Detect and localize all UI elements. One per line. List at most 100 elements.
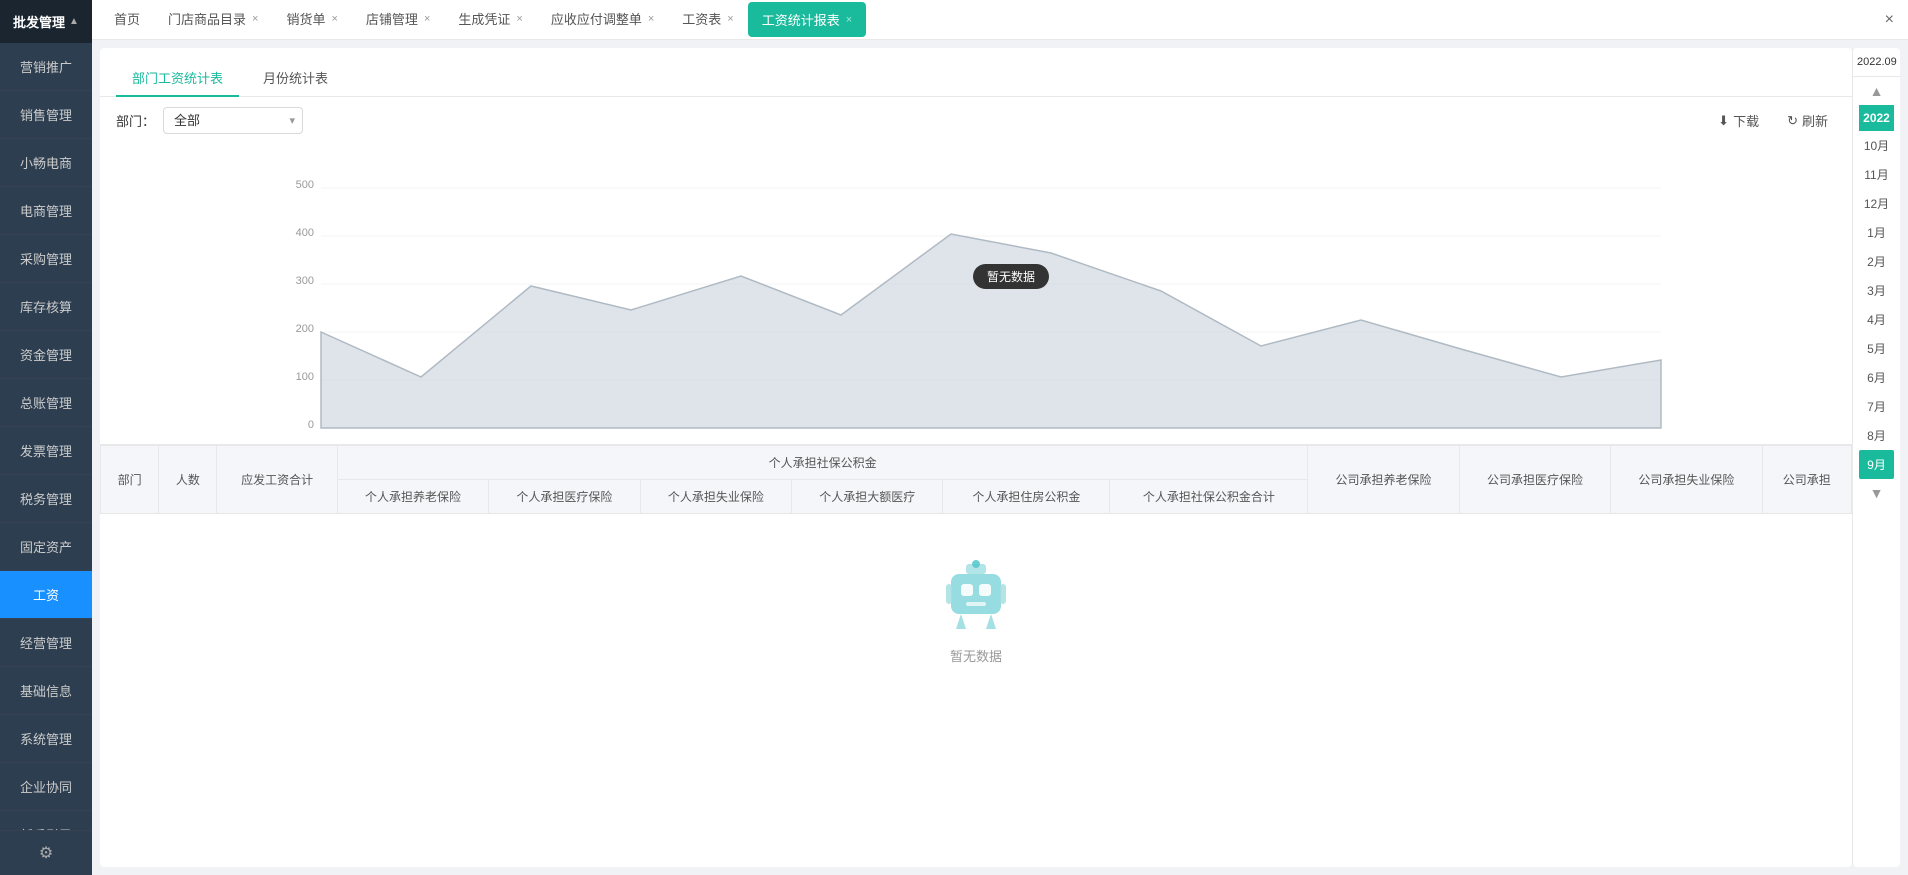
col-company-unemployment: 公司承担失业保险 bbox=[1611, 446, 1762, 514]
tab-close-shop-mgmt[interactable]: × bbox=[424, 13, 430, 25]
refresh-button[interactable]: ↻ 刷新 bbox=[1779, 107, 1836, 134]
sidebar-item-finance[interactable]: 资金管理 bbox=[0, 331, 92, 379]
tab-label-home: 首页 bbox=[114, 9, 140, 28]
sub-tab-dept-stats[interactable]: 部门工资统计表 bbox=[116, 60, 239, 97]
sidebar-item-tax[interactable]: 税务管理 bbox=[0, 475, 92, 523]
sidebar-item-general-ledger[interactable]: 总账管理 bbox=[0, 379, 92, 427]
date-nav-month-12月[interactable]: 12月 bbox=[1859, 189, 1894, 218]
svg-text:200: 200 bbox=[296, 323, 314, 335]
date-nav-month-7月[interactable]: 7月 bbox=[1859, 392, 1894, 421]
tab-label-shop-catalog: 门店商品目录 bbox=[168, 9, 246, 28]
dept-label: 部门： bbox=[116, 111, 155, 130]
settings-icon[interactable]: ⚙ bbox=[39, 845, 53, 862]
svg-text:0: 0 bbox=[308, 419, 314, 431]
tab-home[interactable]: 首页 bbox=[100, 1, 154, 38]
sidebar-item-system[interactable]: 系统管理 bbox=[0, 715, 92, 763]
date-nav-year-2022[interactable]: 2022 bbox=[1859, 105, 1894, 131]
svg-text:300: 300 bbox=[296, 275, 314, 287]
col-personal-insurance-group: 个人承担社保公积金 bbox=[337, 446, 1308, 480]
chart-area-path bbox=[321, 234, 1661, 428]
sidebar-item-payroll[interactable]: 工资 bbox=[0, 571, 92, 619]
sidebar-item-enterprise[interactable]: 企业协同 bbox=[0, 763, 92, 811]
sidebar-item-invoice[interactable]: 发票管理 bbox=[0, 427, 92, 475]
col-company-medical: 公司承担医疗保险 bbox=[1459, 446, 1610, 514]
col-personal-major-medical: 个人承担大额医疗 bbox=[792, 480, 943, 514]
sidebar-item-ecommerce[interactable]: 电商管理 bbox=[0, 187, 92, 235]
sidebar-item-purchase[interactable]: 采购管理 bbox=[0, 235, 92, 283]
tab-close-sales-order[interactable]: × bbox=[331, 13, 337, 25]
dept-select[interactable]: 全部 bbox=[163, 107, 303, 134]
sub-tab-monthly-stats[interactable]: 月份统计表 bbox=[247, 60, 344, 97]
close-all-tabs-button[interactable]: × bbox=[1879, 9, 1900, 31]
table-area[interactable]: 部门 人数 应发工资合计 个人承担社保公积金 公司承担养老保险 公司承担医疗保险… bbox=[100, 444, 1852, 867]
sidebar: 批发管理 ▲ 营销推广销售管理小畅电商电商管理采购管理库存核算资金管理总账管理发… bbox=[0, 0, 92, 875]
tab-label-production-voucher: 生成凭证 bbox=[458, 9, 510, 28]
download-button[interactable]: ⬇ 下载 bbox=[1710, 107, 1767, 134]
col-personal-total: 个人承担社保公积金合计 bbox=[1110, 480, 1308, 514]
tab-payroll-table[interactable]: 工资表× bbox=[668, 1, 747, 38]
tab-shop-catalog[interactable]: 门店商品目录 × bbox=[154, 1, 272, 38]
download-icon: ⬇ bbox=[1718, 113, 1729, 129]
tab-label-sales-order: 销货单 bbox=[286, 9, 325, 28]
date-nav-month-9月[interactable]: 9月 bbox=[1859, 450, 1894, 479]
date-nav-month-11月[interactable]: 11月 bbox=[1859, 160, 1894, 189]
date-nav-month-2月[interactable]: 2月 bbox=[1859, 247, 1894, 276]
col-dept: 部门 bbox=[101, 446, 159, 514]
date-nav-month-1月[interactable]: 1月 bbox=[1859, 218, 1894, 247]
sidebar-title[interactable]: 批发管理 ▲ bbox=[0, 0, 92, 43]
date-nav-month-10月[interactable]: 10月 bbox=[1859, 131, 1894, 160]
date-nav-month-6月[interactable]: 6月 bbox=[1859, 363, 1894, 392]
sidebar-item-fixed-assets[interactable]: 固定资产 bbox=[0, 523, 92, 571]
sidebar-item-basics[interactable]: 基础信息 bbox=[0, 667, 92, 715]
main-area: 首页门店商品目录×销货单×店铺管理×生成凭证×应收应付调整单×工资表×工资统计报… bbox=[92, 0, 1908, 875]
sidebar-item-marketing[interactable]: 营销推广 bbox=[0, 43, 92, 91]
download-label: 下载 bbox=[1733, 111, 1759, 130]
date-nav-up-arrow[interactable]: ▲ bbox=[1853, 77, 1900, 105]
tabs-actions: × bbox=[1879, 9, 1900, 31]
dept-select-wrapper: 全部 ▾ bbox=[163, 107, 303, 134]
tab-production-voucher[interactable]: 生成凭证 × bbox=[444, 1, 536, 38]
date-nav-month-3月[interactable]: 3月 bbox=[1859, 276, 1894, 305]
col-personal-pension: 个人承担养老保险 bbox=[337, 480, 488, 514]
sidebar-item-operations[interactable]: 经营管理 bbox=[0, 619, 92, 667]
tab-payroll-stats[interactable]: 工资统计报表 × bbox=[748, 2, 866, 37]
sidebar-nav: 营销推广销售管理小畅电商电商管理采购管理库存核算资金管理总账管理发票管理税务管理… bbox=[0, 43, 92, 830]
tab-sales-order[interactable]: 销货单 × bbox=[272, 1, 351, 38]
sidebar-title-text: 批发管理 bbox=[13, 12, 65, 31]
tab-close-ap-adjustment[interactable]: × bbox=[648, 13, 654, 25]
date-nav-items: 202210月11月12月1月2月3月4月5月6月7月8月9月 bbox=[1859, 105, 1894, 479]
tab-close-payroll-table[interactable]: × bbox=[727, 13, 733, 25]
empty-robot-icon bbox=[936, 554, 1016, 634]
tab-close-shop-catalog[interactable]: × bbox=[252, 13, 258, 25]
sidebar-item-sales[interactable]: 销售管理 bbox=[0, 91, 92, 139]
date-nav-header: 2022.09 bbox=[1853, 48, 1900, 77]
chart-svg: 0 100 200 300 400 500 bbox=[116, 152, 1836, 432]
date-nav-month-4月[interactable]: 4月 bbox=[1859, 305, 1894, 334]
main-panel: 部门工资统计表月份统计表 部门： 全部 ▾ ⬇ 下载 ↻ bbox=[100, 48, 1852, 867]
svg-text:500: 500 bbox=[296, 179, 314, 191]
tab-ap-adjustment[interactable]: 应收应付调整单 × bbox=[537, 1, 668, 38]
sidebar-item-mini-shop[interactable]: 小畅电商 bbox=[0, 139, 92, 187]
col-personal-housing-fund: 个人承担住房公积金 bbox=[943, 480, 1110, 514]
date-nav-current: 2022.09 bbox=[1857, 56, 1897, 68]
sidebar-collapse-arrow: ▲ bbox=[69, 16, 79, 27]
tab-label-payroll-stats: 工资统计报表 bbox=[762, 10, 840, 29]
svg-text:100: 100 bbox=[296, 371, 314, 383]
tab-shop-mgmt[interactable]: 店铺管理× bbox=[352, 1, 444, 38]
empty-label: 暂无数据 bbox=[950, 646, 1002, 665]
sidebar-item-inventory[interactable]: 库存核算 bbox=[0, 283, 92, 331]
chart-area: 0 100 200 300 400 500 bbox=[100, 144, 1852, 444]
date-nav-month-5月[interactable]: 5月 bbox=[1859, 334, 1894, 363]
col-num: 人数 bbox=[159, 446, 217, 514]
tab-close-production-voucher[interactable]: × bbox=[516, 13, 522, 25]
tab-label-ap-adjustment: 应收应付调整单 bbox=[551, 9, 642, 28]
date-nav: 2022.09 ▲ 202210月11月12月1月2月3月4月5月6月7月8月9… bbox=[1852, 48, 1900, 867]
date-nav-down-arrow[interactable]: ▼ bbox=[1853, 479, 1900, 507]
sidebar-item-guide[interactable]: 新手引导 bbox=[0, 811, 92, 830]
col-company-other: 公司承担 bbox=[1762, 446, 1851, 514]
stats-table: 部门 人数 应发工资合计 个人承担社保公积金 公司承担养老保险 公司承担医疗保险… bbox=[100, 445, 1852, 514]
date-nav-month-8月[interactable]: 8月 bbox=[1859, 421, 1894, 450]
sidebar-bottom: ⚙ bbox=[0, 830, 92, 875]
tab-close-payroll-stats[interactable]: × bbox=[846, 14, 852, 26]
toolbar-right: ⬇ 下载 ↻ 刷新 bbox=[1710, 107, 1836, 134]
